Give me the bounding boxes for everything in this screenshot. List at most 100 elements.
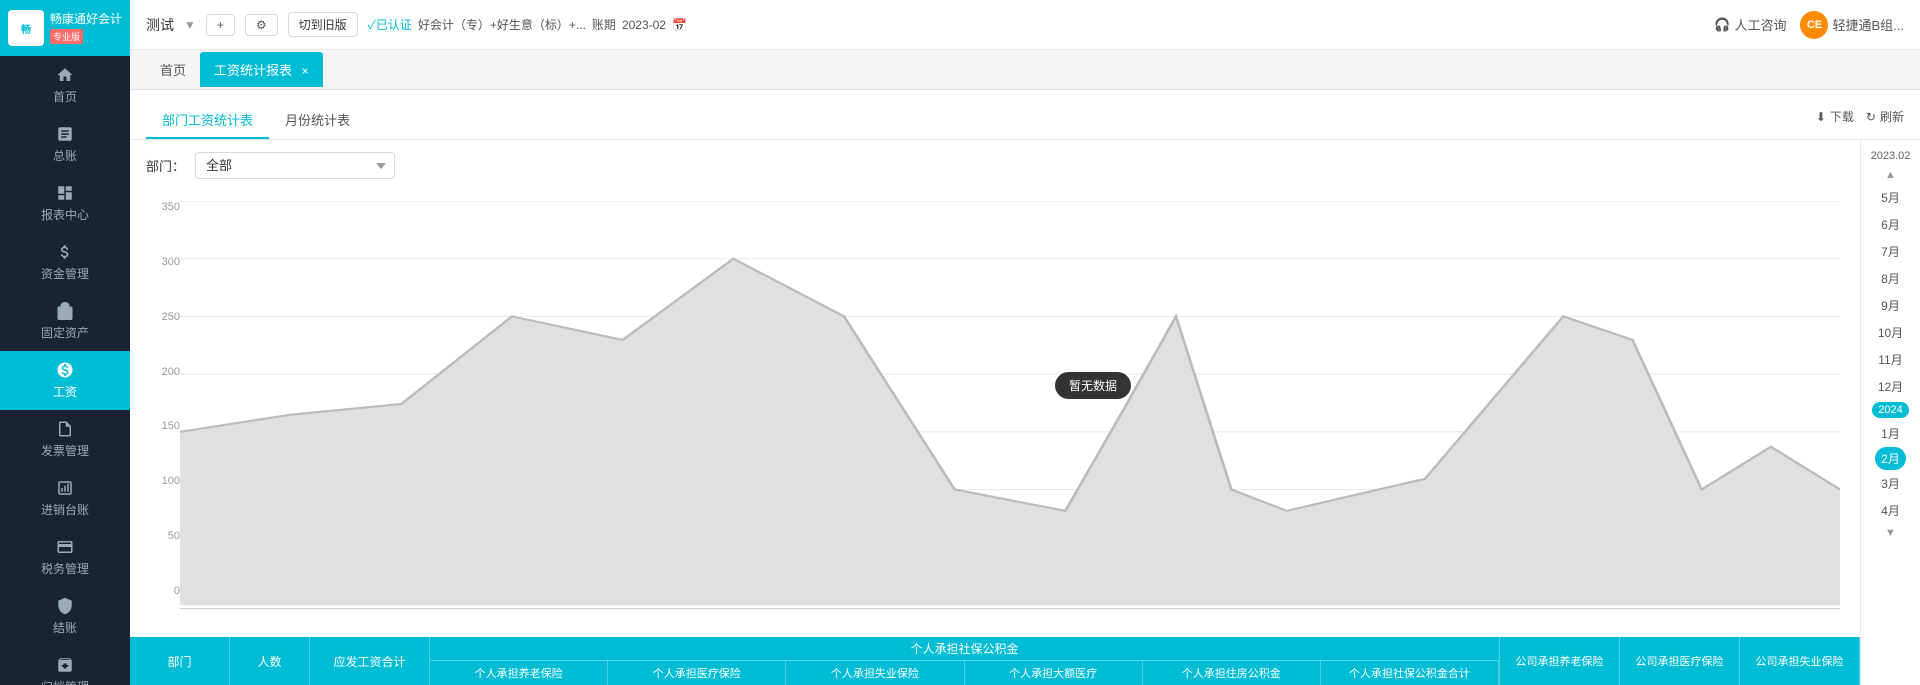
tab-salary-label: 工资统计报表 [214, 63, 292, 78]
refresh-button[interactable]: ↻ 刷新 [1866, 108, 1904, 125]
period-value: 2023-02 [622, 18, 666, 32]
salary-icon [56, 361, 74, 379]
chevron-down-icon: ▼ [184, 18, 196, 32]
y-label-50: 50 [168, 530, 180, 542]
tab-home[interactable]: 首页 [146, 52, 200, 87]
date-month-11[interactable]: 11月 [1861, 346, 1920, 373]
refresh-icon: ↻ [1866, 110, 1876, 124]
funds-icon [56, 243, 74, 261]
sidebar-item-ledger-label: 总账 [53, 147, 77, 164]
invoice-icon [56, 420, 74, 438]
date-month-9[interactable]: 9月 [1861, 292, 1920, 319]
date-month-5[interactable]: 5月 [1861, 184, 1920, 211]
y-label-150: 150 [162, 420, 180, 432]
th-personal-pension: 个人承担养老保险 [430, 661, 608, 685]
th-personal-unemployment: 个人承担失业保险 [786, 661, 964, 685]
department-filter-label: 部门： [146, 156, 185, 175]
y-label-100: 100 [162, 475, 180, 487]
service-button[interactable]: 🎧 人工咨询 [1714, 15, 1786, 34]
download-icon: ⬇ [1816, 110, 1826, 124]
sidebar-item-funds[interactable]: 资金管理 [0, 233, 130, 292]
sidebar-item-funds-label: 资金管理 [41, 265, 89, 282]
ledger-icon [56, 125, 74, 143]
sidebar-logo: 畅 畅康通好会计 专业版 [0, 0, 130, 56]
th-company-unemployment: 公司承担失业保险 [1740, 637, 1860, 685]
department-filter-select[interactable]: 全部 部门一 部门二 [195, 152, 395, 179]
logo-icon: 畅 [8, 10, 44, 46]
th-personal-total: 个人承担社保公积金合计 [1321, 661, 1499, 685]
download-button[interactable]: ⬇ 下载 [1816, 108, 1854, 125]
date-month-2024-3[interactable]: 3月 [1861, 470, 1920, 497]
logo-name: 畅康通好会计 [50, 12, 122, 28]
main-container: 部门： 全部 部门一 部门二 350 300 250 [130, 140, 1920, 685]
sidebar-item-sales[interactable]: 进销台账 [0, 469, 130, 528]
content-area: 首页 工资统计报表 × 部门工资统计表 月份统计表 ⬇ 下载 [130, 50, 1920, 685]
th-group1-cols: 个人承担养老保险 个人承担医疗保险 个人承担失业保险 [430, 661, 1499, 685]
topbar-status: ✓已认证 好会计（专）+好生意（标）+... 账期 2023-02 📅 [368, 16, 687, 33]
date-nav-up[interactable]: ▲ [1879, 166, 1903, 184]
date-month-2024-2[interactable]: 2月 [1875, 447, 1906, 470]
sidebar-item-home[interactable]: 首页 [0, 56, 130, 115]
sidebar-item-invoice[interactable]: 发票管理 [0, 410, 130, 469]
date-month-12[interactable]: 12月 [1861, 373, 1920, 400]
company-name: 测试 [146, 15, 174, 35]
verified-status: ✓已认证 [368, 16, 412, 33]
sub-tab-monthly[interactable]: 月份统计表 [269, 102, 366, 139]
date-month-2024-1[interactable]: 1月 [1861, 420, 1920, 447]
topbar: 测试 ▼ + ⚙ 切到旧版 ✓已认证 好会计（专）+好生意（标）+... 账期 … [130, 0, 1920, 50]
service-label: 人工咨询 [1734, 15, 1786, 34]
logo-badge: 专业版 [50, 29, 83, 44]
sidebar-item-ledger[interactable]: 总账 [0, 115, 130, 174]
sidebar-item-reports[interactable]: 报表中心 [0, 174, 130, 233]
y-label-300: 300 [162, 256, 180, 268]
add-button[interactable]: + [206, 14, 235, 36]
date-month-7[interactable]: 7月 [1861, 238, 1920, 265]
y-axis: 350 300 250 200 150 100 50 0 [140, 201, 180, 597]
date-month-6[interactable]: 6月 [1861, 211, 1920, 238]
date-month-8[interactable]: 8月 [1861, 265, 1920, 292]
tax-icon [56, 538, 74, 556]
th-company-pension: 公司承担养老保险 [1500, 637, 1620, 685]
table-header: 部门 人数 应发工资合计 个人承担社保公积金 个人承担养老保险 [130, 637, 1860, 685]
date-sidebar: 2023.02 ▲ 5月 6月 7月 8月 9月 10月 11月 12月 202… [1860, 140, 1920, 685]
sidebar-item-salary[interactable]: 工资 [0, 351, 130, 410]
chart-svg [180, 201, 1840, 607]
tab-salary[interactable]: 工资统计报表 × [200, 52, 323, 87]
user-info[interactable]: CE 轻捷通B组... [1800, 11, 1904, 39]
sidebar-item-archive[interactable]: 归档管理 [0, 646, 130, 685]
sub-tab-actions: ⬇ 下载 ↻ 刷新 [1816, 108, 1904, 133]
download-label: 下载 [1830, 108, 1854, 125]
th-personal-large-medical: 个人承担大额医疗 [965, 661, 1143, 685]
calendar-icon: 📅 [672, 18, 687, 32]
archive-icon [56, 656, 74, 674]
th-personal-medical: 个人承担医疗保险 [608, 661, 786, 685]
sidebar-item-checkout-label: 结账 [53, 619, 77, 636]
switch-version-button[interactable]: 切到旧版 [288, 12, 358, 37]
y-label-250: 250 [162, 311, 180, 323]
th-group1-header: 个人承担社保公积金 [430, 637, 1499, 661]
sidebar-item-salary-label: 工资 [53, 383, 77, 400]
th-social-insurance-group: 个人承担社保公积金 个人承担养老保险 个人承担医疗保险 [430, 637, 1500, 685]
sidebar-item-tax[interactable]: 税务管理 [0, 528, 130, 587]
date-month-2024-4[interactable]: 4月 [1861, 497, 1920, 524]
refresh-label: 刷新 [1880, 108, 1904, 125]
sub-tab-department-label: 部门工资统计表 [162, 113, 253, 128]
main-area: 测试 ▼ + ⚙ 切到旧版 ✓已认证 好会计（专）+好生意（标）+... 账期 … [130, 0, 1920, 685]
date-nav-down[interactable]: ▼ [1879, 524, 1903, 542]
sub-tab-department[interactable]: 部门工资统计表 [146, 102, 269, 139]
sidebar-item-assets[interactable]: 固定资产 [0, 292, 130, 351]
chart-svg-wrapper: 暂无数据 [180, 201, 1840, 607]
sidebar-item-checkout[interactable]: 结账 [0, 587, 130, 646]
user-avatar: CE [1800, 11, 1828, 39]
date-month-10[interactable]: 10月 [1861, 319, 1920, 346]
th-company-medical: 公司承担医疗保险 [1620, 637, 1740, 685]
tab-bar: 首页 工资统计报表 × [130, 50, 1920, 90]
sidebar-item-invoice-label: 发票管理 [41, 442, 89, 459]
tab-close-icon[interactable]: × [302, 64, 309, 78]
th-personal-housing-fund: 个人承担住房公积金 [1143, 661, 1321, 685]
checkout-icon [56, 597, 74, 615]
settings-button[interactable]: ⚙ [245, 14, 278, 36]
date-year-2024[interactable]: 2024 [1872, 402, 1908, 418]
x-axis-line [180, 608, 1840, 609]
chart-section: 部门： 全部 部门一 部门二 350 300 250 [130, 140, 1860, 685]
